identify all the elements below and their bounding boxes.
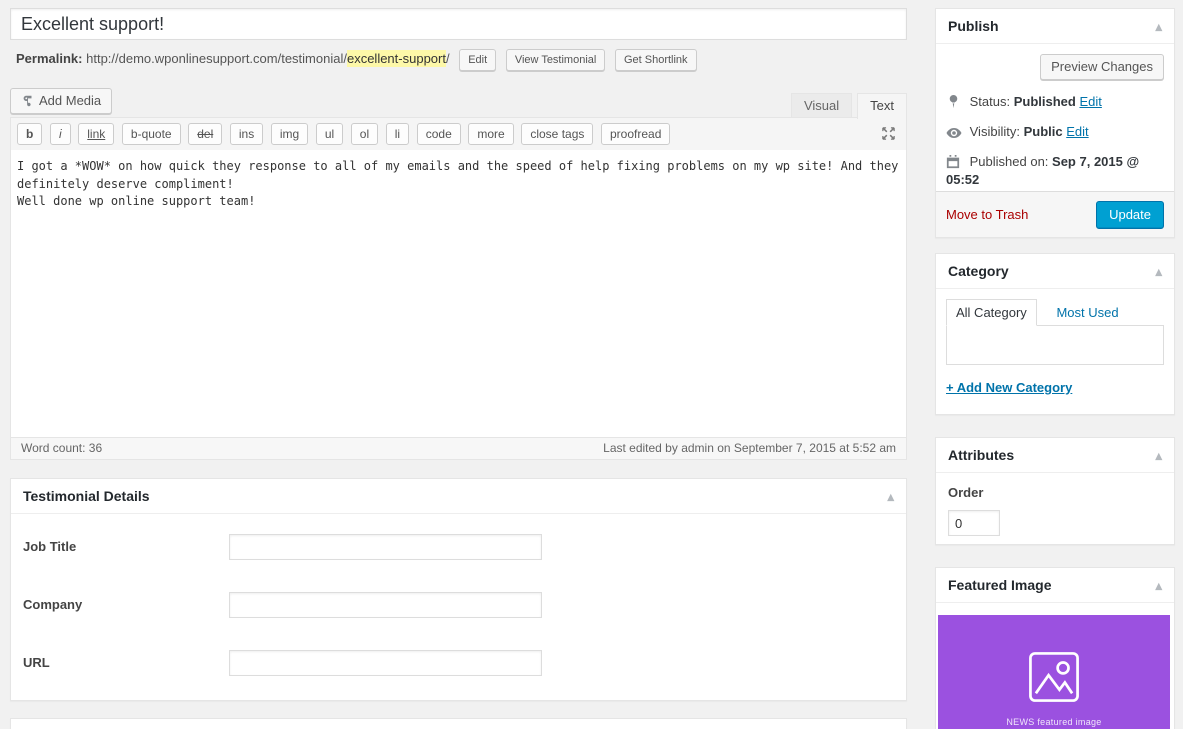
featured-image-caption: NEWS featured image bbox=[1006, 717, 1102, 727]
quicktags-toolbar: b i link b-quote del ins img ul ol li co… bbox=[11, 118, 906, 150]
permalink-label: Permalink: bbox=[16, 51, 83, 66]
text-editor: b i link b-quote del ins img ul ol li co… bbox=[10, 117, 907, 460]
order-input[interactable] bbox=[948, 510, 1000, 536]
tab-all-category[interactable]: All Category bbox=[946, 299, 1037, 326]
qt-ul-button[interactable]: ul bbox=[315, 123, 344, 145]
testimonial-details-metabox: Testimonial Details ▴ Job Title Company … bbox=[10, 478, 907, 701]
attributes-header[interactable]: Attributes ▴ bbox=[936, 438, 1174, 473]
attributes-title: Attributes bbox=[948, 447, 1015, 463]
order-label: Order bbox=[948, 485, 984, 500]
publish-title: Publish bbox=[948, 18, 999, 34]
visibility-row: Visibility: Public Edit bbox=[946, 124, 1164, 142]
calendar-icon bbox=[946, 155, 962, 172]
media-icon bbox=[21, 92, 35, 116]
testimonial-details-header[interactable]: Testimonial Details ▴ bbox=[11, 479, 906, 514]
image-placeholder-icon bbox=[1025, 648, 1083, 709]
visibility-label: Visibility: bbox=[969, 124, 1020, 139]
word-count: Word count: 36 bbox=[21, 441, 103, 455]
job-title-input[interactable] bbox=[229, 534, 542, 560]
featured-image-header[interactable]: Featured Image ▴ bbox=[936, 568, 1174, 603]
qt-li-button[interactable]: li bbox=[385, 123, 410, 145]
featured-image-metabox: Featured Image ▴ NEWS featured image bbox=[935, 567, 1175, 729]
qt-ins-button[interactable]: ins bbox=[229, 123, 264, 145]
job-title-label: Job Title bbox=[23, 539, 77, 554]
qt-italic-button[interactable]: i bbox=[49, 123, 71, 145]
job-title-row: Job Title bbox=[23, 534, 883, 560]
qt-del-button[interactable]: del bbox=[188, 123, 223, 145]
editor-status-bar: Word count: 36 Last edited by admin on S… bbox=[11, 437, 906, 459]
featured-image-title: Featured Image bbox=[948, 577, 1052, 593]
post-title-input[interactable] bbox=[10, 8, 907, 40]
category-tabs: All Category Most Used bbox=[946, 299, 1164, 326]
collapse-icon[interactable]: ▴ bbox=[1155, 9, 1162, 44]
status-label: Status: bbox=[969, 94, 1011, 109]
qt-close-tags-button[interactable]: close tags bbox=[521, 123, 594, 145]
next-metabox-partial bbox=[10, 718, 907, 729]
qt-img-button[interactable]: img bbox=[270, 123, 309, 145]
publish-header[interactable]: Publish ▴ bbox=[936, 9, 1174, 44]
category-title: Category bbox=[948, 263, 1009, 279]
company-input[interactable] bbox=[229, 592, 542, 618]
featured-image-thumbnail[interactable]: NEWS featured image bbox=[938, 615, 1170, 729]
add-new-category-link[interactable]: + Add New Category bbox=[946, 380, 1072, 395]
category-checklist[interactable] bbox=[946, 325, 1164, 365]
status-row: Status: Published Edit bbox=[946, 94, 1164, 112]
last-edited: Last edited by admin on September 7, 201… bbox=[603, 441, 896, 455]
post-content-textarea[interactable]: I got a *WOW* on how quick they response… bbox=[11, 150, 906, 437]
company-label: Company bbox=[23, 597, 83, 612]
qt-bold-button[interactable]: b bbox=[17, 123, 43, 145]
qt-blockquote-button[interactable]: b-quote bbox=[121, 123, 181, 145]
qt-more-button[interactable]: more bbox=[468, 123, 514, 145]
url-input[interactable] bbox=[229, 650, 542, 676]
permalink-row: Permalink: http://demo.wponlinesupport.c… bbox=[16, 47, 697, 71]
qt-code-button[interactable]: code bbox=[416, 123, 461, 145]
url-label: URL bbox=[23, 655, 50, 670]
publish-metabox: Publish ▴ Preview Changes Status: Publis… bbox=[935, 8, 1175, 238]
collapse-icon[interactable]: ▴ bbox=[1155, 438, 1162, 473]
edit-status-link[interactable]: Edit bbox=[1079, 94, 1101, 109]
tab-most-used[interactable]: Most Used bbox=[1056, 305, 1118, 320]
published-label: Published on: bbox=[969, 154, 1049, 169]
tab-text[interactable]: Text bbox=[857, 93, 907, 119]
collapse-icon[interactable]: ▴ bbox=[1155, 568, 1162, 603]
permalink-url-suffix: / bbox=[445, 51, 450, 66]
category-metabox: Category ▴ All Category Most Used + Add … bbox=[935, 253, 1175, 415]
qt-link-button[interactable]: link bbox=[78, 123, 115, 145]
preview-changes-button[interactable]: Preview Changes bbox=[1040, 54, 1164, 80]
status-value: Published bbox=[1013, 94, 1076, 109]
publishing-actions: Move to Trash Update bbox=[936, 191, 1174, 237]
media-buttons-row: Add Media bbox=[10, 88, 113, 116]
tab-visual[interactable]: Visual bbox=[790, 93, 853, 118]
fullscreen-expand-icon[interactable] bbox=[881, 126, 896, 144]
get-shortlink-button[interactable]: Get Shortlink bbox=[614, 48, 697, 71]
update-button[interactable]: Update bbox=[1096, 201, 1164, 229]
permalink-url-base: http://demo.wponlinesupport.com/testimon… bbox=[86, 51, 347, 66]
edit-visibility-link[interactable]: Edit bbox=[1066, 124, 1088, 139]
add-media-label: Add Media bbox=[39, 93, 102, 108]
attributes-metabox: Attributes ▴ Order bbox=[935, 437, 1175, 545]
qt-ol-button[interactable]: ol bbox=[350, 123, 379, 145]
collapse-icon[interactable]: ▴ bbox=[887, 479, 894, 514]
eye-icon bbox=[946, 127, 962, 142]
qt-proofread-button[interactable]: proofread bbox=[601, 123, 671, 145]
view-testimonial-button[interactable]: View Testimonial bbox=[505, 48, 606, 71]
editor-mode-tabs: Visual Text bbox=[786, 93, 907, 119]
visibility-value: Public bbox=[1023, 124, 1063, 139]
testimonial-details-title: Testimonial Details bbox=[23, 488, 150, 504]
url-row: URL bbox=[23, 650, 883, 676]
move-to-trash-link[interactable]: Move to Trash bbox=[946, 207, 1028, 222]
permalink-slug[interactable]: excellent-support bbox=[346, 50, 446, 67]
company-row: Company bbox=[23, 592, 883, 618]
category-header[interactable]: Category ▴ bbox=[936, 254, 1174, 289]
edit-permalink-button[interactable]: Edit bbox=[459, 48, 497, 71]
add-media-button[interactable]: Add Media bbox=[10, 88, 113, 116]
collapse-icon[interactable]: ▴ bbox=[1155, 254, 1162, 289]
pin-icon bbox=[946, 94, 962, 112]
